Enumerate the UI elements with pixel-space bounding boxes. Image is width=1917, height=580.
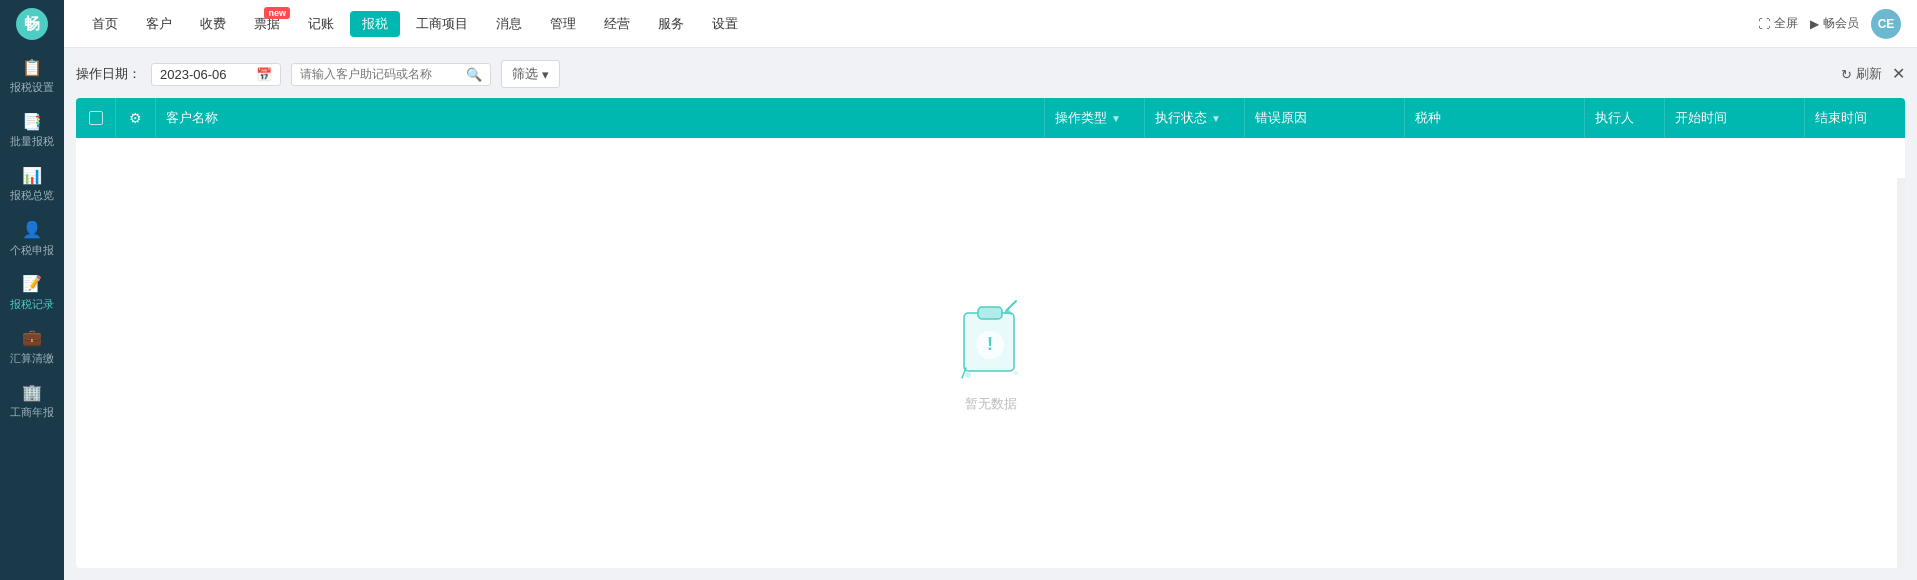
table-body: ! 暂无数据 xyxy=(76,138,1905,568)
sidebar-label-5: 汇算清缴 xyxy=(10,352,54,365)
sidebar-label-2: 报税总览 xyxy=(10,189,54,202)
close-button[interactable]: ✕ xyxy=(1892,66,1905,82)
svg-rect-2 xyxy=(978,307,1002,319)
data-table: ⚙ 客户名称 操作类型 ▼ 执行状态 ▼ 错误原因 税种 执行人 开始时间 结束时间 ! xyxy=(76,98,1905,568)
refresh-label: 刷新 xyxy=(1856,65,1882,83)
app-logo[interactable]: 畅 xyxy=(16,8,48,40)
svg-text:!: ! xyxy=(987,334,993,354)
sidebar-icon-5: 💼 xyxy=(21,327,43,349)
th-label-3: 操作类型 xyxy=(1055,109,1107,127)
nav-item-服务[interactable]: 服务 xyxy=(646,11,696,37)
nav-item-客户[interactable]: 客户 xyxy=(134,11,184,37)
fullscreen-icon: ⛶ xyxy=(1758,17,1770,31)
nav-item-记账[interactable]: 记账 xyxy=(296,11,346,37)
filter-label: 筛选 xyxy=(512,65,538,83)
sidebar-item-汇算清缴[interactable]: 💼 汇算清缴 xyxy=(0,319,64,373)
nav-item-设置[interactable]: 设置 xyxy=(700,11,750,37)
sidebar-icon-4: 📝 xyxy=(21,273,43,295)
toolbar: 操作日期： 📅 🔍 筛选 ▾ ↻ 刷新 ✕ xyxy=(76,60,1905,88)
sidebar-icon-2: 📊 xyxy=(21,164,43,186)
th-0[interactable] xyxy=(76,98,116,138)
nav-item-管理[interactable]: 管理 xyxy=(538,11,588,37)
refresh-button[interactable]: ↻ 刷新 xyxy=(1841,65,1882,83)
th-4: 执行状态 ▼ xyxy=(1145,98,1245,138)
calendar-icon: 📅 xyxy=(256,67,272,82)
sidebar-label-0: 报税设置 xyxy=(10,81,54,94)
scrollbar[interactable] xyxy=(1897,178,1905,568)
th-2: 客户名称 xyxy=(156,98,1045,138)
logo-area: 畅 xyxy=(0,0,64,48)
sidebar-item-批量报税[interactable]: 📑 批量报税 xyxy=(0,102,64,156)
member-icon: ▶ xyxy=(1810,17,1819,31)
nav-item-消息[interactable]: 消息 xyxy=(484,11,534,37)
svg-line-5 xyxy=(1006,301,1016,311)
main-content: 首页客户收费票据new记账报税工商项目消息管理经营服务设置 ⛶ 全屏 ▶ 畅会员… xyxy=(64,0,1917,580)
svg-point-8 xyxy=(1014,371,1018,375)
th-label-9: 结束时间 xyxy=(1815,109,1867,127)
th-3: 操作类型 ▼ xyxy=(1045,98,1145,138)
th-1[interactable]: ⚙ xyxy=(116,98,156,138)
nav-item-收费[interactable]: 收费 xyxy=(188,11,238,37)
top-navigation: 首页客户收费票据new记账报税工商项目消息管理经营服务设置 ⛶ 全屏 ▶ 畅会员… xyxy=(64,0,1917,48)
sidebar-icon-3: 👤 xyxy=(21,219,43,241)
nav-items: 首页客户收费票据new记账报税工商项目消息管理经营服务设置 xyxy=(80,11,1758,37)
sidebar-label-4: 报税记录 xyxy=(10,298,54,311)
fullscreen-button[interactable]: ⛶ 全屏 xyxy=(1758,15,1798,32)
th-label-7: 执行人 xyxy=(1595,109,1634,127)
user-avatar[interactable]: CE xyxy=(1871,9,1901,39)
th-label-5: 错误原因 xyxy=(1255,109,1307,127)
sidebar-item-报税记录[interactable]: 📝 报税记录 xyxy=(0,265,64,319)
search-box[interactable]: 🔍 xyxy=(291,63,491,86)
th-label-6: 税种 xyxy=(1415,109,1441,127)
th-7: 执行人 xyxy=(1585,98,1665,138)
date-picker[interactable]: 📅 xyxy=(151,63,281,86)
date-label: 操作日期： xyxy=(76,65,141,83)
select-all-checkbox[interactable] xyxy=(89,111,103,125)
search-icon[interactable]: 🔍 xyxy=(466,67,482,82)
filter-arrow-3: ▼ xyxy=(1111,113,1121,124)
fullscreen-label: 全屏 xyxy=(1774,15,1798,32)
refresh-icon: ↻ xyxy=(1841,67,1852,82)
sidebar-label-1: 批量报税 xyxy=(10,135,54,148)
topnav-right: ⛶ 全屏 ▶ 畅会员 CE xyxy=(1758,9,1901,39)
th-label-8: 开始时间 xyxy=(1675,109,1727,127)
sidebar-label-3: 个税申报 xyxy=(10,244,54,257)
date-input[interactable] xyxy=(160,67,250,82)
filter-button[interactable]: 筛选 ▾ xyxy=(501,60,560,88)
filter-arrow-4: ▼ xyxy=(1211,113,1221,124)
sidebar-item-个税申报[interactable]: 👤 个税申报 xyxy=(0,211,64,265)
nav-item-票据[interactable]: 票据new xyxy=(242,11,292,37)
nav-item-经营[interactable]: 经营 xyxy=(592,11,642,37)
sidebar-label-6: 工商年报 xyxy=(10,406,54,419)
sidebar-item-报税总览[interactable]: 📊 报税总览 xyxy=(0,156,64,210)
empty-state: ! 暂无数据 xyxy=(946,293,1036,413)
sidebar-item-工商年报[interactable]: 🏢 工商年报 xyxy=(0,373,64,427)
settings-icon[interactable]: ⚙ xyxy=(129,110,142,126)
nav-item-工商项目[interactable]: 工商项目 xyxy=(404,11,480,37)
svg-point-7 xyxy=(965,372,971,378)
nav-item-报税[interactable]: 报税 xyxy=(350,11,400,37)
th-9: 结束时间 xyxy=(1805,98,1905,138)
th-6: 税种 xyxy=(1405,98,1585,138)
th-label-2: 客户名称 xyxy=(166,109,218,127)
th-5: 错误原因 xyxy=(1245,98,1405,138)
search-input[interactable] xyxy=(300,67,460,81)
th-label-4: 执行状态 xyxy=(1155,109,1207,127)
th-8: 开始时间 xyxy=(1665,98,1805,138)
sidebar-item-报税设置[interactable]: 📋 报税设置 xyxy=(0,48,64,102)
sidebar-icon-1: 📑 xyxy=(21,110,43,132)
chevron-down-icon: ▾ xyxy=(542,67,549,82)
member-button[interactable]: ▶ 畅会员 xyxy=(1810,15,1859,32)
table-header: ⚙ 客户名称 操作类型 ▼ 执行状态 ▼ 错误原因 税种 执行人 开始时间 结束时间 xyxy=(76,98,1905,138)
nav-item-首页[interactable]: 首页 xyxy=(80,11,130,37)
sidebar: 畅 📋 报税设置 📑 批量报税 📊 报税总览 👤 个税申报 📝 报税记录 💼 汇… xyxy=(0,0,64,580)
sidebar-icon-0: 📋 xyxy=(21,56,43,78)
member-label: 畅会员 xyxy=(1823,15,1859,32)
page-content: 操作日期： 📅 🔍 筛选 ▾ ↻ 刷新 ✕ ⚙ 客户名称 操作类型 ▼ 执行状态 ▼ 错误原… xyxy=(64,48,1917,580)
table-body-wrapper: ! 暂无数据 xyxy=(76,138,1905,568)
empty-text: 暂无数据 xyxy=(965,395,1017,413)
sidebar-icon-6: 🏢 xyxy=(21,381,43,403)
empty-illustration: ! xyxy=(946,293,1036,383)
nav-badge-票据: new xyxy=(264,7,290,19)
